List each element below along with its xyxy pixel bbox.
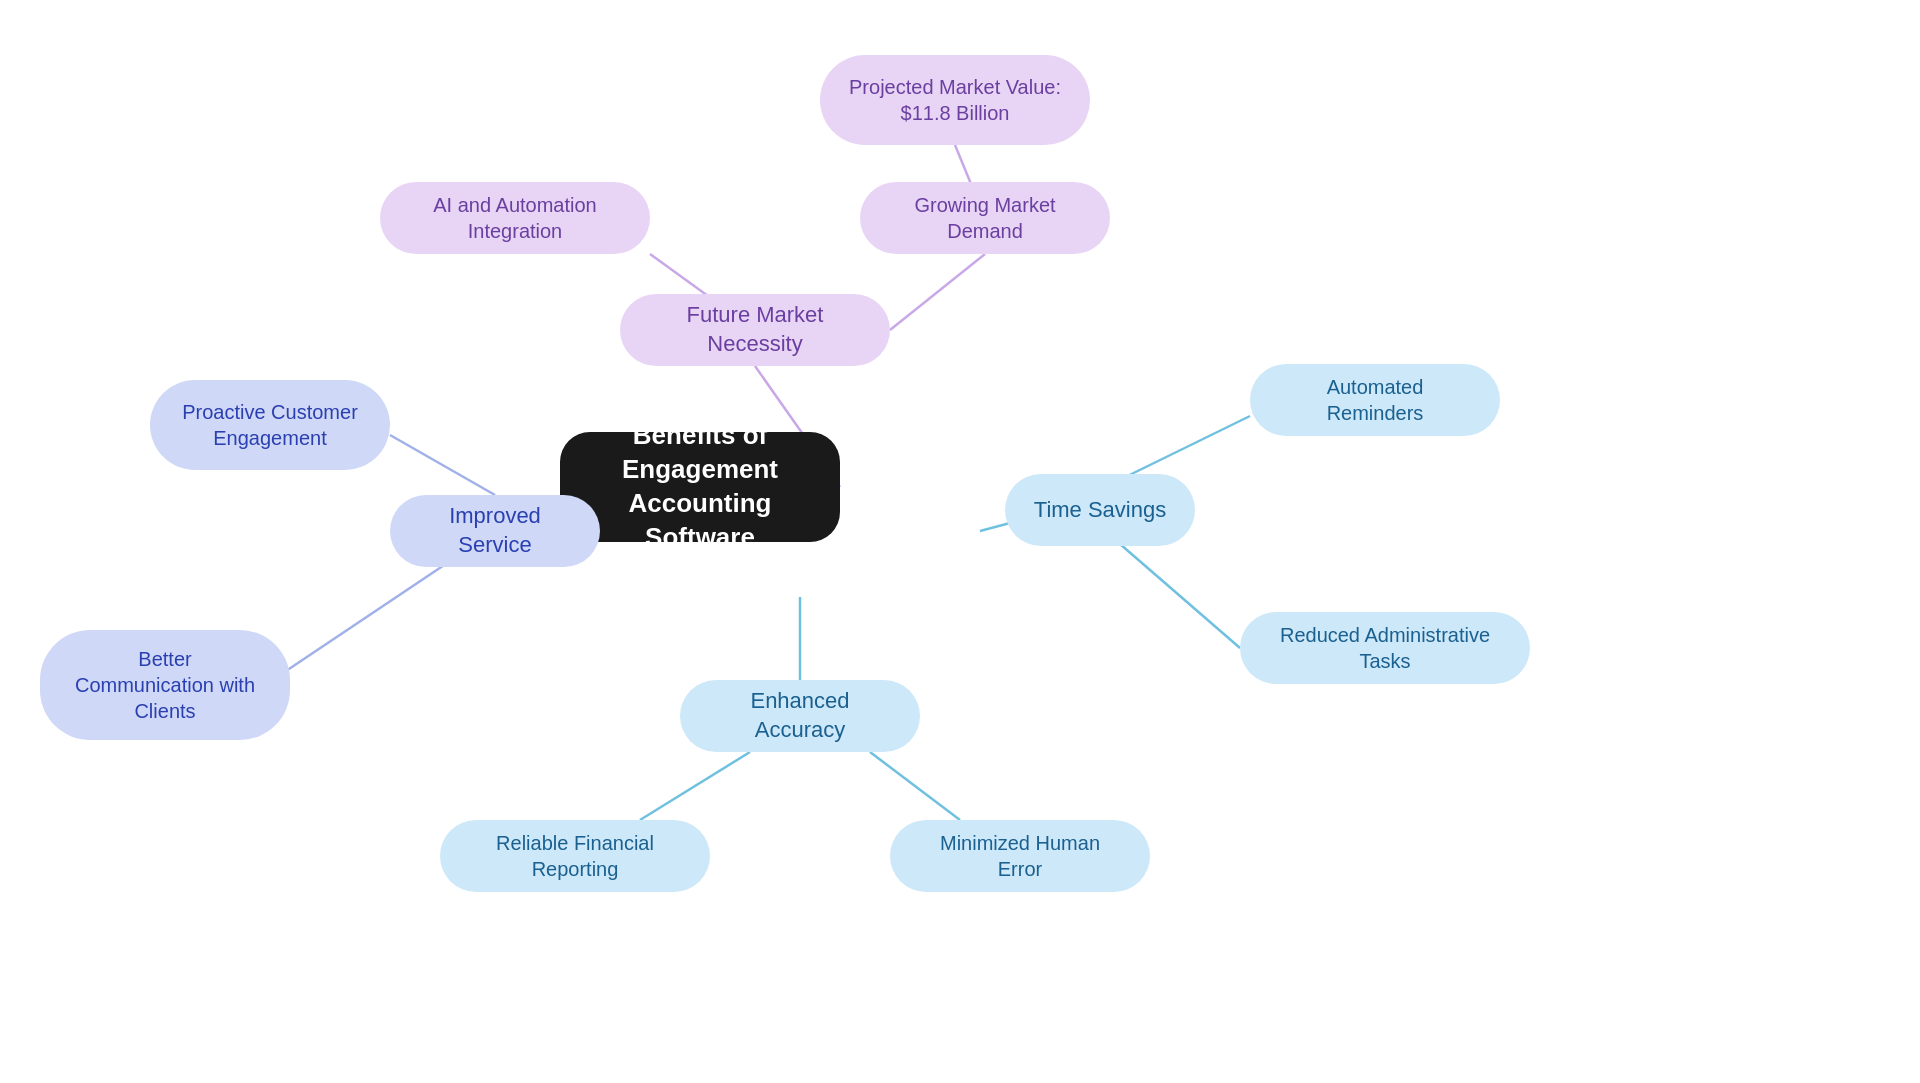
proactive-engagement-node: Proactive Customer Engagement [150, 380, 390, 470]
svg-line-2 [890, 254, 985, 330]
time-savings-node: Time Savings [1005, 474, 1195, 546]
ai-automation-node: AI and Automation Integration [380, 182, 650, 254]
enhanced-accuracy-node: Enhanced Accuracy [680, 680, 920, 752]
reliable-financial-node: Reliable Financial Reporting [440, 820, 710, 892]
improved-service-node: Improved Service [390, 495, 600, 567]
svg-line-11 [640, 752, 750, 820]
svg-line-5 [390, 435, 495, 495]
svg-line-7 [980, 523, 1010, 531]
svg-line-9 [1105, 531, 1240, 648]
svg-line-12 [870, 752, 960, 820]
reduced-admin-node: Reduced Administrative Tasks [1240, 612, 1530, 684]
projected-market-node: Projected Market Value: $11.8 Billion [820, 55, 1090, 145]
future-market-node: Future Market Necessity [620, 294, 890, 366]
better-communication-node: Better Communication with Clients [40, 630, 290, 740]
center-node: Benefits of Engagement Accounting Softwa… [560, 432, 840, 542]
minimized-error-node: Minimized Human Error [890, 820, 1150, 892]
growing-market-node: Growing Market Demand [860, 182, 1110, 254]
automated-reminders-node: Automated Reminders [1250, 364, 1500, 436]
